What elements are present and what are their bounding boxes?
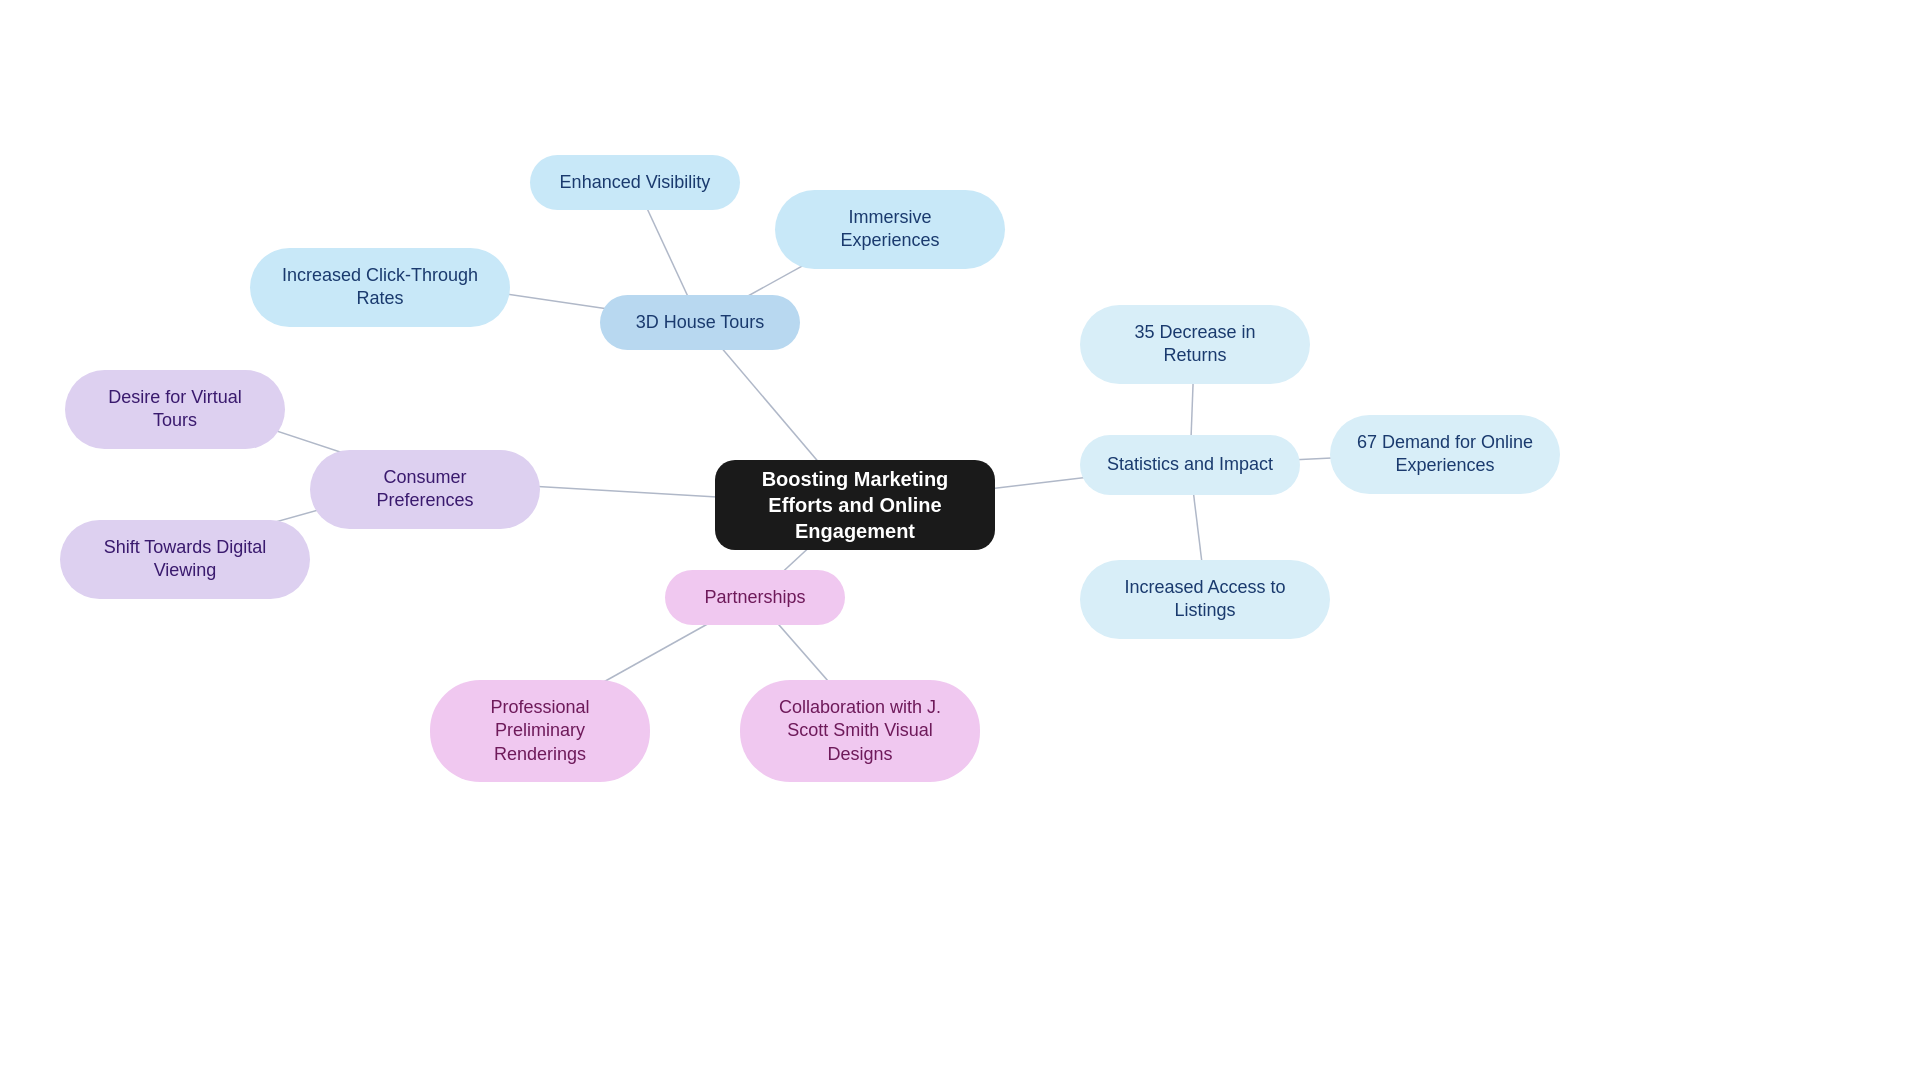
node-professional-renderings[interactable]: Professional Preliminary Renderings	[430, 680, 650, 782]
node-desire-virtual-tours[interactable]: Desire for Virtual Tours	[65, 370, 285, 449]
node-enhanced-visibility[interactable]: Enhanced Visibility	[530, 155, 740, 210]
node-increased-click-through[interactable]: Increased Click-Through Rates	[250, 248, 510, 327]
node-partnerships[interactable]: Partnerships	[665, 570, 845, 625]
node-demand-online[interactable]: 67 Demand for Online Experiences	[1330, 415, 1560, 494]
mindmap-container: Boosting Marketing Efforts and Online En…	[0, 0, 1920, 1083]
center-node[interactable]: Boosting Marketing Efforts and Online En…	[715, 460, 995, 550]
node-increased-access[interactable]: Increased Access to Listings	[1080, 560, 1330, 639]
node-decrease-returns[interactable]: 35 Decrease in Returns	[1080, 305, 1310, 384]
node-shift-digital-viewing[interactable]: Shift Towards Digital Viewing	[60, 520, 310, 599]
node-immersive-experiences[interactable]: Immersive Experiences	[775, 190, 1005, 269]
node-statistics-impact[interactable]: Statistics and Impact	[1080, 435, 1300, 495]
node-3d-house-tours[interactable]: 3D House Tours	[600, 295, 800, 350]
node-collaboration-jscott[interactable]: Collaboration with J. Scott Smith Visual…	[740, 680, 980, 782]
node-consumer-preferences[interactable]: Consumer Preferences	[310, 450, 540, 529]
